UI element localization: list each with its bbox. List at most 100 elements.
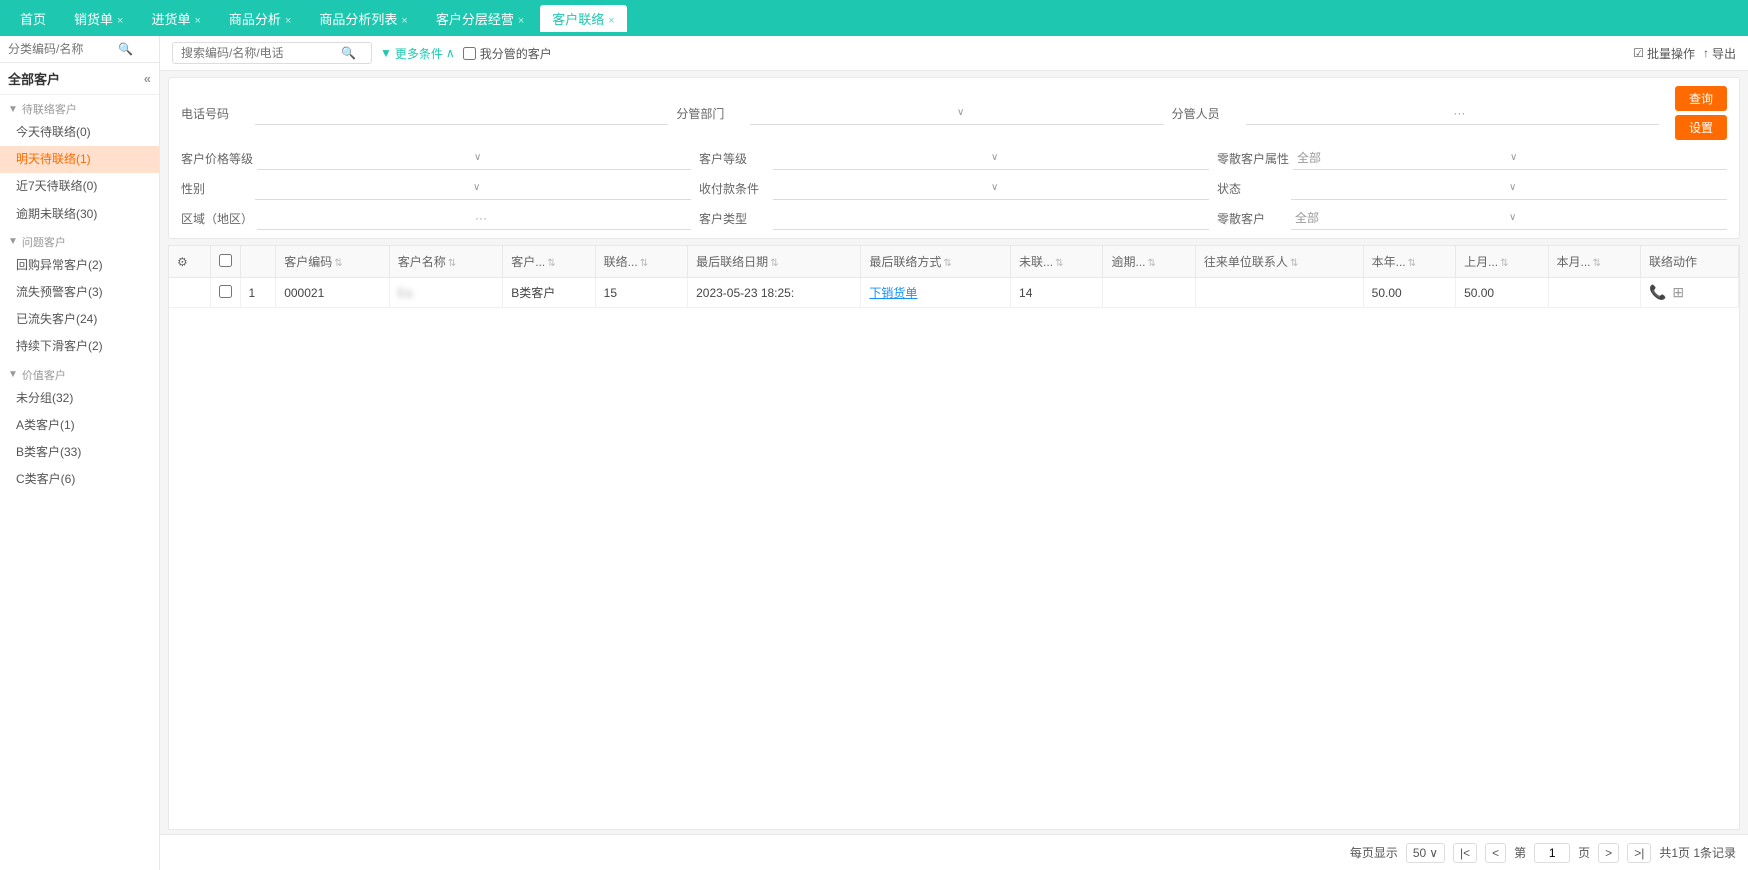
select-all-checkbox[interactable] (219, 254, 232, 267)
sidebar-item[interactable]: A类客户(1) (0, 412, 159, 439)
sidebar-section-title[interactable]: ▼价值客户 (0, 361, 159, 385)
export-btn[interactable]: ↑ 导出 (1703, 45, 1736, 62)
sidebar-item[interactable]: 持续下滑客户(2) (0, 333, 159, 360)
action-icons: 📞 ⊞ (1649, 284, 1730, 301)
filter-customer-type: 客户类型 (699, 206, 1209, 230)
my-customers-label: 我分管的客户 (480, 45, 552, 62)
region-select[interactable]: ··· (257, 206, 691, 230)
next-page-btn[interactable]: > (1598, 843, 1619, 863)
export-label: 导出 (1712, 45, 1736, 62)
prev-page-btn[interactable]: < (1485, 843, 1506, 863)
customer-type-select[interactable] (773, 206, 1209, 230)
uncontacted-sort-icon: ⇅ (1055, 258, 1063, 269)
row-name[interactable]: Ea (389, 278, 503, 308)
region-dots-icon[interactable]: ··· (475, 211, 687, 225)
customer-level-select[interactable]: ∨ (773, 146, 1209, 170)
nav-item-客户分层经营[interactable]: 客户分层经营× (424, 5, 536, 32)
sidebar-section-title[interactable]: ▼问题客户 (0, 228, 159, 252)
nav-item-首页[interactable]: 首页 (8, 5, 58, 32)
last-method-link[interactable]: 下销货单 (869, 286, 917, 300)
nav-item-客户联络[interactable]: 客户联络× (540, 5, 626, 32)
price-level-select[interactable]: ∨ (257, 146, 691, 170)
status-select[interactable]: ∨ (1291, 176, 1727, 200)
current-page-input[interactable] (1534, 843, 1570, 863)
th-contact[interactable]: 联络...⇅ (595, 246, 687, 278)
sidebar-item[interactable]: 今天待联络(0) (0, 119, 159, 146)
search-icon[interactable]: 🔍 (341, 46, 356, 60)
table-header-row: ⚙ 客户编码⇅ 客户名称⇅ 客户...⇅ 联络...⇅ 最后联络日期⇅ 最后联络… (169, 246, 1739, 278)
top-nav: 首页销货单×进货单×商品分析×商品分析列表×客户分层经营×客户联络× (0, 0, 1748, 36)
my-customers-checkbox-input[interactable] (463, 47, 476, 60)
sidebar-item[interactable]: C类客户(6) (0, 466, 159, 493)
sidebar-search-icon[interactable]: 🔍 (118, 42, 133, 56)
th-this-year[interactable]: 本年...⇅ (1363, 246, 1455, 278)
th-last-method[interactable]: 最后联络方式⇅ (861, 246, 1011, 278)
my-customers-checkbox[interactable]: 我分管的客户 (463, 45, 552, 62)
per-page-select[interactable]: 50 ∨ (1406, 843, 1445, 863)
retail-attr-select[interactable]: 全部 ∨ (1293, 146, 1727, 170)
close-tab-icon[interactable]: × (194, 15, 200, 27)
code-sort-icon: ⇅ (334, 258, 342, 269)
th-last-month[interactable]: 上月...⇅ (1456, 246, 1548, 278)
sidebar-search-input[interactable] (8, 42, 118, 56)
retail-customer-value: 全部 (1295, 209, 1509, 226)
filter-row-3: 性别 ∨ 收付款条件 ∨ 状态 (181, 176, 1727, 200)
sidebar-collapse-icon[interactable]: « (144, 71, 151, 86)
last-page-btn[interactable]: >| (1627, 843, 1651, 863)
sidebar-section-title[interactable]: ▼待联络客户 (0, 95, 159, 119)
batch-op-btn[interactable]: ☑ 批量操作 (1633, 45, 1695, 62)
more-conditions-btn[interactable]: ▼ 更多条件 ∧ (380, 45, 455, 62)
unit-contact-sort-icon: ⇅ (1290, 258, 1298, 269)
sidebar-item[interactable]: 明天待联络(1) (0, 146, 159, 173)
query-button[interactable]: 查询 (1675, 86, 1727, 111)
th-name[interactable]: 客户名称⇅ (389, 246, 503, 278)
th-overdue[interactable]: 逾期...⇅ (1103, 246, 1195, 278)
section-arrow-icon: ▼ (8, 369, 18, 380)
first-page-btn[interactable]: |< (1453, 843, 1477, 863)
sidebar-item[interactable]: 流失预警客户(3) (0, 279, 159, 306)
sidebar: 🔍 全部客户 « ▼待联络客户今天待联络(0)明天待联络(1)近7天待联络(0)… (0, 36, 160, 870)
filter-customer-level: 客户等级 ∨ (699, 146, 1209, 170)
th-last-date[interactable]: 最后联络日期⇅ (688, 246, 861, 278)
sidebar-item[interactable]: 已流失客户(24) (0, 306, 159, 333)
sidebar-item[interactable]: 未分组(32) (0, 385, 159, 412)
th-unit-contact[interactable]: 往来单位联系人⇅ (1195, 246, 1363, 278)
dept-select[interactable]: ∨ (750, 101, 1163, 125)
sidebar-item[interactable]: 近7天待联络(0) (0, 173, 159, 200)
nav-item-商品分析列表[interactable]: 商品分析列表× (307, 5, 419, 32)
payment-select[interactable]: ∨ (773, 176, 1209, 200)
gear-icon[interactable]: ⚙ (177, 255, 188, 269)
main-layout: 🔍 全部客户 « ▼待联络客户今天待联络(0)明天待联络(1)近7天待联络(0)… (0, 36, 1748, 870)
sidebar-item[interactable]: B类客户(33) (0, 439, 159, 466)
th-uncontacted[interactable]: 未联...⇅ (1011, 246, 1103, 278)
close-tab-icon[interactable]: × (117, 15, 123, 27)
row-checkbox[interactable] (219, 285, 232, 298)
grid-icon[interactable]: ⊞ (1672, 284, 1684, 301)
search-input[interactable] (181, 46, 341, 60)
nav-item-进货单[interactable]: 进货单× (139, 5, 212, 32)
manager-select[interactable]: ··· (1246, 101, 1659, 125)
th-code[interactable]: 客户编码⇅ (276, 246, 390, 278)
phone-icon[interactable]: 📞 (1649, 284, 1666, 301)
th-this-month[interactable]: 本月...⇅ (1548, 246, 1640, 278)
row-code: 000021 (276, 278, 390, 308)
manager-dots-icon[interactable]: ··· (1453, 106, 1655, 120)
close-tab-icon[interactable]: × (401, 15, 407, 27)
sidebar-item[interactable]: 回购异常客户(2) (0, 252, 159, 279)
nav-item-商品分析[interactable]: 商品分析× (217, 5, 303, 32)
sidebar-item[interactable]: 逾期未联络(30) (0, 201, 159, 228)
settings-button[interactable]: 设置 (1675, 115, 1727, 140)
gender-select[interactable]: ∨ (255, 176, 691, 200)
close-tab-icon[interactable]: × (608, 15, 614, 27)
close-tab-icon[interactable]: × (285, 15, 291, 27)
close-tab-icon[interactable]: × (518, 15, 524, 27)
retail-customer-select[interactable]: 全部 ∨ (1291, 206, 1727, 230)
th-type[interactable]: 客户...⇅ (503, 246, 595, 278)
th-gear[interactable]: ⚙ (169, 246, 210, 278)
sidebar-all-customers[interactable]: 全部客户 « (0, 63, 159, 95)
row-last-method[interactable]: 下销货单 (861, 278, 1011, 308)
phone-input[interactable] (255, 101, 668, 125)
row-unit-contact (1195, 278, 1363, 308)
search-bar: 🔍 ▼ 更多条件 ∧ 我分管的客户 ☑ 批量操作 ↑ 导出 (160, 36, 1748, 71)
nav-item-销货单[interactable]: 销货单× (62, 5, 135, 32)
